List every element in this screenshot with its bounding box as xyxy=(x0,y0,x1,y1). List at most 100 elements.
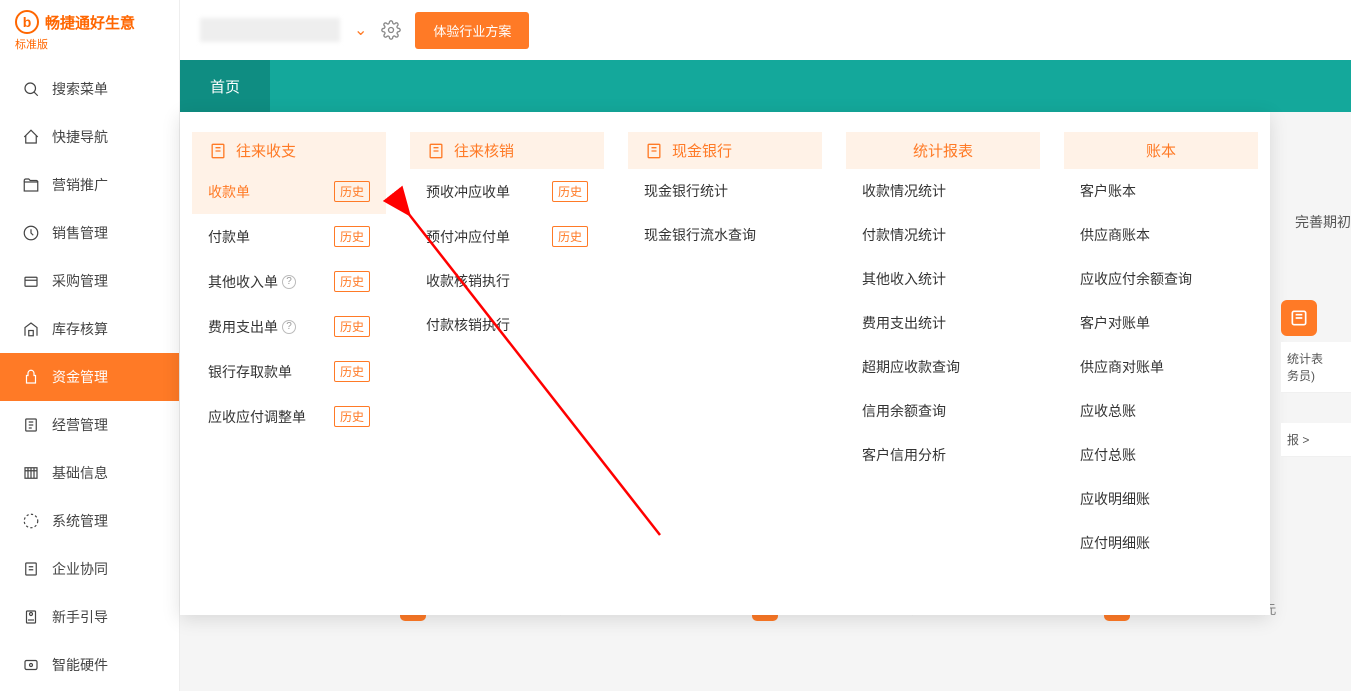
tab-strip: 首页 xyxy=(180,60,1351,112)
nav-label: 采购管理 xyxy=(52,271,108,291)
sidebar-item-7[interactable]: 经营管理 xyxy=(0,401,179,449)
nav-icon xyxy=(22,560,40,578)
item-label: 信用余额查询 xyxy=(862,401,946,421)
menu-item-0-0[interactable]: 收款单 历史 xyxy=(192,169,386,214)
item-label: 付款情况统计 xyxy=(862,225,946,245)
menu-item-2-1[interactable]: 现金银行流水查询 xyxy=(628,213,822,257)
header-bar: ⌄ 体验行业方案 xyxy=(180,0,1351,60)
column-items: 预收冲应收单历史预付冲应付单历史收款核销执行付款核销执行 xyxy=(410,169,604,347)
sidebar-item-2[interactable]: 营销推广 xyxy=(0,161,179,209)
nav-label: 快捷导航 xyxy=(52,127,108,147)
sidebar-item-6[interactable]: 资金管理 xyxy=(0,353,179,401)
menu-item-4-2[interactable]: 应收应付余额查询 xyxy=(1064,257,1258,301)
nav-icon xyxy=(22,368,40,386)
industry-plan-button[interactable]: 体验行业方案 xyxy=(415,12,529,49)
float-shortcut-icon[interactable] xyxy=(1281,300,1317,336)
sidebar-item-1[interactable]: 快捷导航 xyxy=(0,113,179,161)
org-dropdown-caret[interactable]: ⌄ xyxy=(354,20,367,40)
history-badge[interactable]: 历史 xyxy=(334,406,370,427)
item-label: 应收应付余额查询 xyxy=(1080,269,1192,289)
nav-label: 系统管理 xyxy=(52,511,108,531)
sidebar-item-10[interactable]: 企业协同 xyxy=(0,545,179,593)
brand-logo: b 畅捷通好生意 标准版 xyxy=(0,0,179,57)
menu-item-4-6[interactable]: 应付总账 xyxy=(1064,433,1258,477)
tab-home[interactable]: 首页 xyxy=(180,60,270,112)
menu-item-3-5[interactable]: 信用余额查询 xyxy=(846,389,1040,433)
sidebar-item-9[interactable]: 系统管理 xyxy=(0,497,179,545)
history-badge[interactable]: 历史 xyxy=(334,316,370,337)
menu-item-4-3[interactable]: 客户对账单 xyxy=(1064,301,1258,345)
history-badge[interactable]: 历史 xyxy=(552,181,588,202)
column-title: 账本 xyxy=(1146,140,1176,161)
mega-column-3: 统计报表收款情况统计付款情况统计其他收入统计费用支出统计超期应收款查询信用余额查… xyxy=(834,132,1052,565)
column-title: 往来收支 xyxy=(236,140,296,161)
nav-label: 智能硬件 xyxy=(52,655,108,675)
column-header: 统计报表 xyxy=(846,132,1040,169)
menu-item-3-2[interactable]: 其他收入统计 xyxy=(846,257,1040,301)
menu-item-1-0[interactable]: 预收冲应收单历史 xyxy=(410,169,604,214)
right-float-panel: 统计表 务员) 报 > xyxy=(1281,300,1351,457)
sidebar-item-12[interactable]: 智能硬件 xyxy=(0,641,179,689)
org-name-placeholder[interactable] xyxy=(200,18,340,42)
sidebar-item-11[interactable]: 新手引导 xyxy=(0,593,179,641)
menu-item-1-3[interactable]: 付款核销执行 xyxy=(410,303,604,347)
menu-item-4-1[interactable]: 供应商账本 xyxy=(1064,213,1258,257)
item-label: 供应商对账单 xyxy=(1080,357,1164,377)
column-head-icon xyxy=(426,141,446,161)
settings-gear-icon[interactable] xyxy=(381,20,401,40)
menu-item-4-8[interactable]: 应付明细账 xyxy=(1064,521,1258,565)
float-item-report[interactable]: 报 > xyxy=(1281,423,1351,457)
nav-label: 搜索菜单 xyxy=(52,79,108,99)
menu-item-2-0[interactable]: 现金银行统计 xyxy=(628,169,822,213)
column-items: 收款单历史付款单历史其他收入单?历史费用支出单?历史银行存取款单历史应收应付调整… xyxy=(192,169,386,439)
item-label: 客户信用分析 xyxy=(862,445,946,465)
menu-item-4-0[interactable]: 客户账本 xyxy=(1064,169,1258,213)
history-badge[interactable]: 历史 xyxy=(334,361,370,382)
nav-label: 经营管理 xyxy=(52,415,108,435)
menu-item-0-1[interactable]: 付款单 历史 xyxy=(192,214,386,259)
sidebar-item-0[interactable]: 搜索菜单 xyxy=(0,65,179,113)
menu-item-0-2[interactable]: 其他收入单?历史 xyxy=(192,259,386,304)
column-items: 现金银行统计现金银行流水查询 xyxy=(628,169,822,257)
nav-label: 库存核算 xyxy=(52,319,108,339)
menu-item-3-1[interactable]: 付款情况统计 xyxy=(846,213,1040,257)
brand-logo-icon: b xyxy=(15,10,39,34)
nav-label: 企业协同 xyxy=(52,559,108,579)
menu-item-3-4[interactable]: 超期应收款查询 xyxy=(846,345,1040,389)
brand-name: 畅捷通好生意 xyxy=(45,12,135,33)
item-label: 收款单 xyxy=(208,182,250,202)
item-label: 客户对账单 xyxy=(1080,313,1150,333)
sidebar-item-5[interactable]: 库存核算 xyxy=(0,305,179,353)
menu-item-0-4[interactable]: 银行存取款单历史 xyxy=(192,349,386,394)
help-icon[interactable]: ? xyxy=(282,320,296,334)
menu-item-4-4[interactable]: 供应商对账单 xyxy=(1064,345,1258,389)
menu-item-0-3[interactable]: 费用支出单?历史 xyxy=(192,304,386,349)
sidebar-item-4[interactable]: 采购管理 xyxy=(0,257,179,305)
history-badge[interactable]: 历史 xyxy=(552,226,588,247)
menu-item-3-6[interactable]: 客户信用分析 xyxy=(846,433,1040,477)
history-badge[interactable]: 历史 xyxy=(334,271,370,292)
float-item-stats[interactable]: 统计表 务员) xyxy=(1281,342,1351,393)
menu-item-3-0[interactable]: 收款情况统计 xyxy=(846,169,1040,213)
nav-icon xyxy=(22,224,40,242)
item-label: 应付总账 xyxy=(1080,445,1136,465)
item-label: 应收总账 xyxy=(1080,401,1136,421)
menu-item-1-2[interactable]: 收款核销执行 xyxy=(410,259,604,303)
history-badge[interactable]: 历史 xyxy=(334,181,370,202)
menu-item-0-5[interactable]: 应收应付调整单历史 xyxy=(192,394,386,439)
help-icon[interactable]: ? xyxy=(282,275,296,289)
column-items: 收款情况统计付款情况统计其他收入统计费用支出统计超期应收款查询信用余额查询客户信… xyxy=(846,169,1040,477)
menu-item-4-7[interactable]: 应收明细账 xyxy=(1064,477,1258,521)
sidebar-item-3[interactable]: 销售管理 xyxy=(0,209,179,257)
menu-item-3-3[interactable]: 费用支出统计 xyxy=(846,301,1040,345)
history-badge[interactable]: 历史 xyxy=(334,226,370,247)
item-label: 付款单 xyxy=(208,227,250,247)
nav-icon xyxy=(22,512,40,530)
nav-icon xyxy=(22,608,40,626)
nav-icon xyxy=(22,464,40,482)
sidebar-item-8[interactable]: 基础信息 xyxy=(0,449,179,497)
item-label: 现金银行流水查询 xyxy=(644,225,756,245)
item-label: 付款核销执行 xyxy=(426,315,510,335)
menu-item-1-1[interactable]: 预付冲应付单历史 xyxy=(410,214,604,259)
menu-item-4-5[interactable]: 应收总账 xyxy=(1064,389,1258,433)
